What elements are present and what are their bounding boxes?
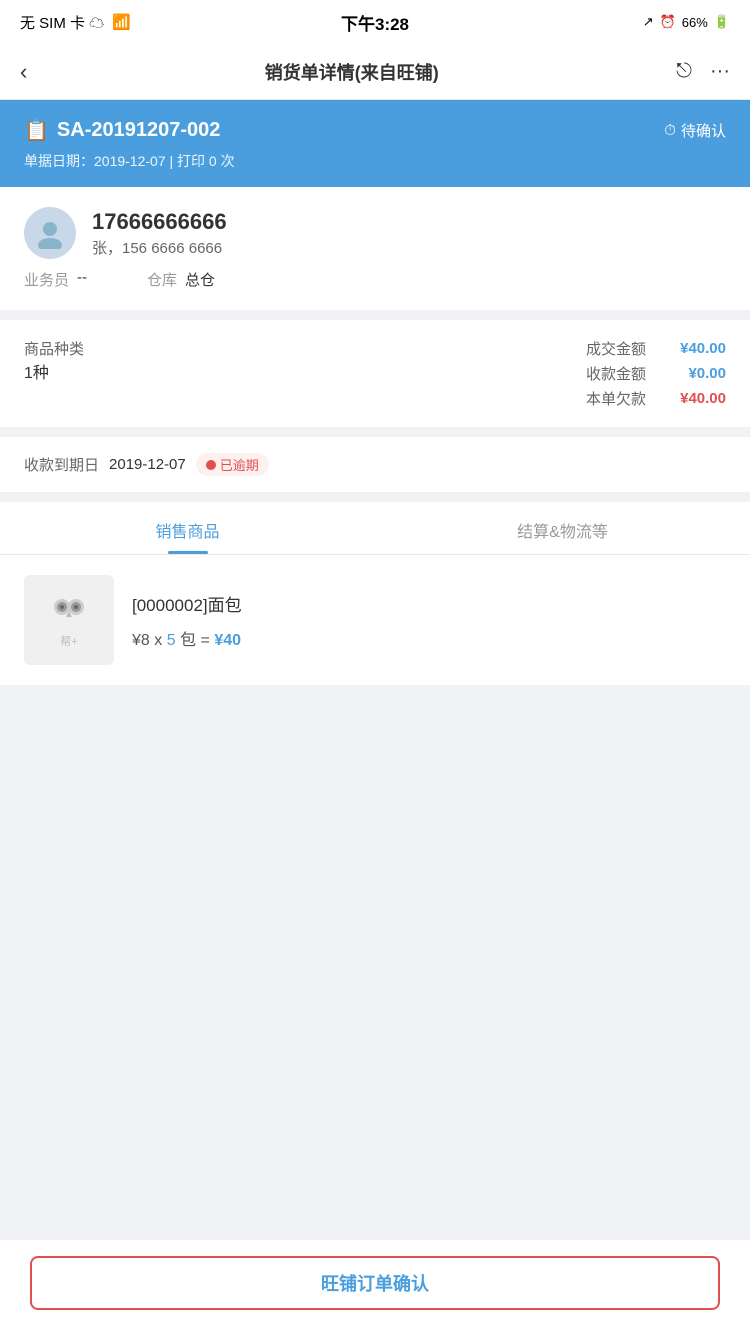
due-date-label: 收款到期日 xyxy=(24,454,99,475)
product-type-label: 商品种类 xyxy=(24,338,84,359)
stats-left: 商品种类 1种 xyxy=(24,338,84,383)
product-card: 帮+ [0000002]面包 ¥8 x 5 包 = ¥40 xyxy=(0,555,750,685)
status-right: ↗ ⏰ 66% 🔋 xyxy=(643,14,730,30)
alarm-icon: ⏰ xyxy=(660,14,676,30)
received-amount-value: ¥0.00 xyxy=(656,365,726,382)
customer-name: 张，156 6666 6666 xyxy=(92,237,227,258)
order-date: 单据日期：2019-12-07 | 打印 0 次 xyxy=(24,151,726,171)
status-time: 下午3:28 xyxy=(341,10,409,35)
confirm-order-button[interactable]: 旺铺订单确认 xyxy=(30,1256,720,1310)
bottom-bar: 旺铺订单确认 xyxy=(0,1240,750,1334)
order-icon: 📋 xyxy=(24,118,49,143)
transaction-amount-row: 成交金额 ¥40.00 xyxy=(586,338,726,359)
customer-info: 17666666666 张，156 6666 6666 xyxy=(92,209,227,258)
customer-avatar xyxy=(24,207,76,259)
tab-settlement-logistics[interactable]: 结算&物流等 xyxy=(375,502,750,554)
tab-sales-products[interactable]: 销售商品 xyxy=(0,502,375,554)
wifi-icon: 📶 xyxy=(112,13,131,31)
status-left: 无 SIM 卡 ☁ 📶 xyxy=(20,12,131,33)
product-quantity: 5 xyxy=(167,632,176,649)
empty-content-area xyxy=(0,695,750,895)
received-amount-row: 收款金额 ¥0.00 xyxy=(586,363,726,384)
owed-amount-label: 本单欠款 xyxy=(586,388,646,409)
salesperson-label: 业务员 xyxy=(24,269,69,290)
nav-bar: ‹ 销货单详情(来自旺铺) ⎋ ··· xyxy=(0,44,750,100)
customer-phone: 17666666666 xyxy=(92,209,227,235)
order-header-top: 📋 SA-20191207-002 ⏱ 待确认 xyxy=(24,118,726,143)
overdue-badge: 已逾期 xyxy=(196,453,269,476)
product-unit: 包 xyxy=(180,632,196,649)
order-id-text: SA-20191207-002 xyxy=(57,119,220,142)
status-bar: 无 SIM 卡 ☁ 📶 下午3:28 ↗ ⏰ 66% 🔋 xyxy=(0,0,750,44)
equals-sign: = xyxy=(201,632,215,649)
transaction-amount-label: 成交金额 xyxy=(586,338,646,359)
page-title: 销货单详情(来自旺铺) xyxy=(265,59,439,85)
order-header: 📋 SA-20191207-002 ⏱ 待确认 单据日期：2019-12-07 … xyxy=(0,100,750,187)
salesperson-field: 业务员 -- xyxy=(24,269,87,290)
back-button[interactable]: ‹ xyxy=(20,59,27,85)
product-unit-price: ¥8 xyxy=(132,632,150,649)
product-price-row: ¥8 x 5 包 = ¥40 xyxy=(132,626,726,650)
customer-top: 17666666666 张，156 6666 6666 xyxy=(24,207,726,259)
product-type-value: 1种 xyxy=(24,359,84,383)
customer-meta: 业务员 -- 仓库 总仓 xyxy=(24,269,726,290)
location-icon: ↗ xyxy=(643,14,654,30)
overdue-dot-icon xyxy=(206,460,216,470)
status-clock-icon: ⏱ xyxy=(664,122,676,139)
product-name: [0000002]面包 xyxy=(132,591,726,616)
stats-card: 商品种类 1种 成交金额 ¥40.00 收款金额 ¥0.00 本单欠款 ¥40.… xyxy=(0,320,750,427)
product-thumb-inner: 帮+ xyxy=(44,591,94,649)
tabs-bar: 销售商品 结算&物流等 xyxy=(0,502,750,555)
customer-card: 17666666666 张，156 6666 6666 业务员 -- 仓库 总仓 xyxy=(0,187,750,310)
nav-right-actions: ⎋ ··· xyxy=(676,60,730,83)
more-icon[interactable]: ··· xyxy=(710,60,730,83)
sim-text: 无 SIM 卡 ☁ xyxy=(20,12,104,33)
share-icon[interactable]: ⎋ xyxy=(676,60,692,83)
order-id: 📋 SA-20191207-002 xyxy=(24,118,220,143)
owed-amount-row: 本单欠款 ¥40.00 xyxy=(586,388,726,409)
owed-amount-value: ¥40.00 xyxy=(656,390,726,407)
warehouse-value: 总仓 xyxy=(185,269,215,290)
order-status: ⏱ 待确认 xyxy=(664,120,726,141)
due-date-card: 收款到期日 2019-12-07 已逾期 xyxy=(0,437,750,492)
battery-icon: 🔋 xyxy=(714,14,730,30)
product-total: ¥40 xyxy=(214,632,241,649)
warehouse-field: 仓库 总仓 xyxy=(147,269,215,290)
stats-right: 成交金额 ¥40.00 收款金额 ¥0.00 本单欠款 ¥40.00 xyxy=(586,338,726,409)
received-amount-label: 收款金额 xyxy=(586,363,646,384)
product-thumbnail: 帮+ xyxy=(24,575,114,665)
salesperson-value: -- xyxy=(77,269,87,290)
warehouse-label: 仓库 xyxy=(147,269,177,290)
product-thumb-brand: 帮+ xyxy=(60,633,77,649)
due-date-value: 2019-12-07 xyxy=(109,456,186,473)
overdue-text: 已逾期 xyxy=(220,455,259,474)
multiply-sign: x xyxy=(154,632,166,649)
transaction-amount-value: ¥40.00 xyxy=(656,340,726,357)
battery-text: 66% xyxy=(682,15,708,30)
product-info: [0000002]面包 ¥8 x 5 包 = ¥40 xyxy=(132,591,726,650)
order-status-text: 待确认 xyxy=(681,120,726,141)
